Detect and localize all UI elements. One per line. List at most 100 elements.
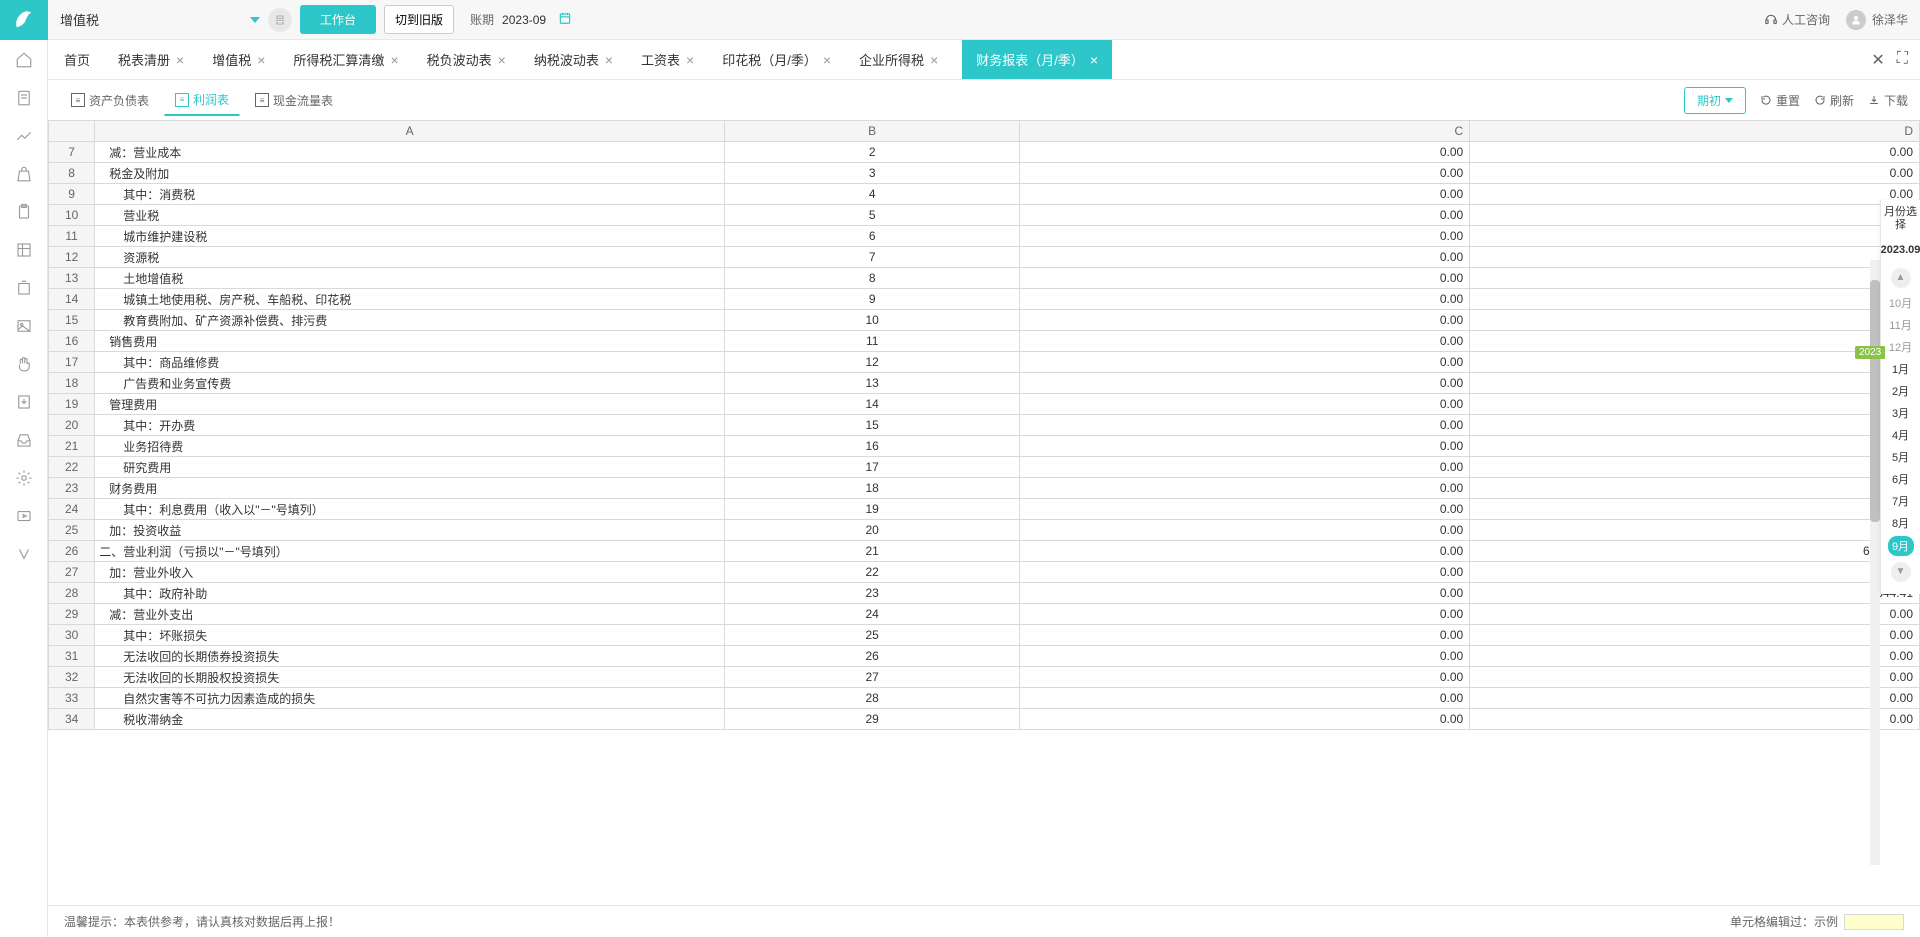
service-link[interactable]: 人工咨询 bbox=[1764, 11, 1830, 28]
row-number[interactable]: 31 bbox=[49, 646, 95, 667]
refresh-button[interactable]: 刷新 bbox=[1814, 92, 1854, 109]
row-number[interactable]: 20 bbox=[49, 415, 95, 436]
cell-a[interactable]: 二、营业利润（亏损以"－"号填列） bbox=[95, 541, 725, 562]
cell-d[interactable]: 0.00 bbox=[1470, 457, 1920, 478]
cell-d[interactable]: 0.00 bbox=[1470, 226, 1920, 247]
cell-b[interactable]: 19 bbox=[724, 499, 1020, 520]
cell-a[interactable]: 研究费用 bbox=[95, 457, 725, 478]
cell-b[interactable]: 10 bbox=[724, 310, 1020, 331]
cell-d[interactable]: 0.00 bbox=[1470, 625, 1920, 646]
cell-b[interactable]: 15 bbox=[724, 415, 1020, 436]
month-next-button[interactable]: ▼ bbox=[1891, 562, 1911, 582]
row-number[interactable]: 32 bbox=[49, 667, 95, 688]
month-item[interactable]: 9月 bbox=[1888, 536, 1914, 556]
cell-b[interactable]: 25 bbox=[724, 625, 1020, 646]
row-number[interactable]: 13 bbox=[49, 268, 95, 289]
cell-a[interactable]: 减：营业成本 bbox=[95, 142, 725, 163]
cell-c[interactable]: 0.00 bbox=[1020, 541, 1470, 562]
cell-c[interactable]: 0.00 bbox=[1020, 310, 1470, 331]
cell-a[interactable]: 其中：开办费 bbox=[95, 415, 725, 436]
month-item[interactable]: 6月 bbox=[1881, 468, 1920, 490]
row-number[interactable]: 26 bbox=[49, 541, 95, 562]
row-number[interactable]: 34 bbox=[49, 709, 95, 730]
cell-a[interactable]: 业务招待费 bbox=[95, 436, 725, 457]
row-number[interactable]: 7 bbox=[49, 142, 95, 163]
cell-b[interactable]: 2 bbox=[724, 142, 1020, 163]
cell-c[interactable]: 0.00 bbox=[1020, 562, 1470, 583]
cell-c[interactable]: 0.00 bbox=[1020, 205, 1470, 226]
row-number[interactable]: 21 bbox=[49, 436, 95, 457]
cell-c[interactable]: 0.00 bbox=[1020, 352, 1470, 373]
image-icon[interactable] bbox=[0, 308, 48, 344]
cell-c[interactable]: 0.00 bbox=[1020, 646, 1470, 667]
cell-d[interactable]: 0.00 bbox=[1470, 709, 1920, 730]
month-item[interactable]: 2月 bbox=[1881, 380, 1920, 402]
cell-a[interactable]: 城市维护建设税 bbox=[95, 226, 725, 247]
tab-8[interactable]: 企业所得税× bbox=[855, 40, 942, 79]
cell-c[interactable]: 0.00 bbox=[1020, 268, 1470, 289]
close-icon[interactable]: × bbox=[257, 52, 265, 68]
document-icon[interactable] bbox=[0, 80, 48, 116]
cell-c[interactable]: 0.00 bbox=[1020, 604, 1470, 625]
row-number[interactable]: 10 bbox=[49, 205, 95, 226]
cell-a[interactable]: 广告费和业务宣传费 bbox=[95, 373, 725, 394]
cell-a[interactable]: 自然灾害等不可抗力因素造成的损失 bbox=[95, 688, 725, 709]
tab-0[interactable]: 首页 bbox=[60, 40, 94, 79]
cell-b[interactable]: 16 bbox=[724, 436, 1020, 457]
cell-a[interactable]: 教育费附加、矿产资源补偿费、排污费 bbox=[95, 310, 725, 331]
cell-b[interactable]: 17 bbox=[724, 457, 1020, 478]
switch-version-button[interactable]: 切到旧版 bbox=[384, 5, 454, 34]
cell-c[interactable]: 0.00 bbox=[1020, 688, 1470, 709]
cell-a[interactable]: 城镇土地使用税、房产税、车船税、印花税 bbox=[95, 289, 725, 310]
workspace-button[interactable]: 工作台 bbox=[300, 5, 376, 34]
clipboard-icon[interactable] bbox=[0, 194, 48, 230]
col-header-a[interactable]: A bbox=[95, 121, 725, 142]
tab-9[interactable]: 财务报表（月/季）× bbox=[962, 40, 1112, 79]
tab-5[interactable]: 纳税波动表× bbox=[530, 40, 617, 79]
cell-b[interactable]: 14 bbox=[724, 394, 1020, 415]
close-icon[interactable]: × bbox=[1090, 52, 1098, 68]
tab-1[interactable]: 税表清册× bbox=[114, 40, 188, 79]
video-icon[interactable] bbox=[0, 498, 48, 534]
cell-a[interactable]: 税金及附加 bbox=[95, 163, 725, 184]
row-number[interactable]: 28 bbox=[49, 583, 95, 604]
tab-6[interactable]: 工资表× bbox=[637, 40, 698, 79]
doc-circle-icon[interactable] bbox=[268, 8, 292, 32]
cell-c[interactable]: 0.00 bbox=[1020, 226, 1470, 247]
sub-tab-2[interactable]: ≡现金流量表 bbox=[244, 85, 344, 116]
cell-b[interactable]: 28 bbox=[724, 688, 1020, 709]
cell-a[interactable]: 加：投资收益 bbox=[95, 520, 725, 541]
ledger-icon[interactable] bbox=[0, 232, 48, 268]
cell-d[interactable]: 0.00 bbox=[1470, 667, 1920, 688]
cell-d[interactable]: 2844.41 bbox=[1470, 562, 1920, 583]
cell-a[interactable]: 其中：商品维修费 bbox=[95, 352, 725, 373]
month-item[interactable]: 5月 bbox=[1881, 446, 1920, 468]
cell-b[interactable]: 4 bbox=[724, 184, 1020, 205]
row-number[interactable]: 27 bbox=[49, 562, 95, 583]
cell-c[interactable]: 0.00 bbox=[1020, 331, 1470, 352]
cell-b[interactable]: 11 bbox=[724, 331, 1020, 352]
cell-c[interactable]: 0.00 bbox=[1020, 184, 1470, 205]
tab-4[interactable]: 税负波动表× bbox=[423, 40, 510, 79]
row-number[interactable]: 30 bbox=[49, 625, 95, 646]
export-icon[interactable] bbox=[0, 384, 48, 420]
v-icon[interactable] bbox=[0, 536, 48, 572]
cell-d[interactable]: 0.00 bbox=[1470, 142, 1920, 163]
cell-d[interactable]: 0.00 bbox=[1470, 184, 1920, 205]
row-number[interactable]: 8 bbox=[49, 163, 95, 184]
close-icon[interactable]: × bbox=[823, 52, 831, 68]
close-all-icon[interactable]: ✕ bbox=[1871, 50, 1884, 70]
download-button[interactable]: 下载 bbox=[1868, 92, 1908, 109]
company-dropdown[interactable]: 增值税 bbox=[60, 10, 260, 29]
cell-a[interactable]: 财务费用 bbox=[95, 478, 725, 499]
cell-a[interactable]: 其中：利息费用（收入以"－"号填列） bbox=[95, 499, 725, 520]
tab-3[interactable]: 所得税汇算清缴× bbox=[289, 40, 402, 79]
cell-d[interactable]: 0.00 bbox=[1470, 646, 1920, 667]
tax-icon[interactable] bbox=[0, 270, 48, 306]
expand-icon[interactable]: ⛶ bbox=[1897, 50, 1908, 70]
row-number[interactable]: 9 bbox=[49, 184, 95, 205]
col-header-d[interactable]: D bbox=[1470, 121, 1920, 142]
cell-a[interactable]: 其中：消费税 bbox=[95, 184, 725, 205]
month-item[interactable]: 1月 bbox=[1881, 358, 1920, 380]
cell-c[interactable]: 0.00 bbox=[1020, 394, 1470, 415]
